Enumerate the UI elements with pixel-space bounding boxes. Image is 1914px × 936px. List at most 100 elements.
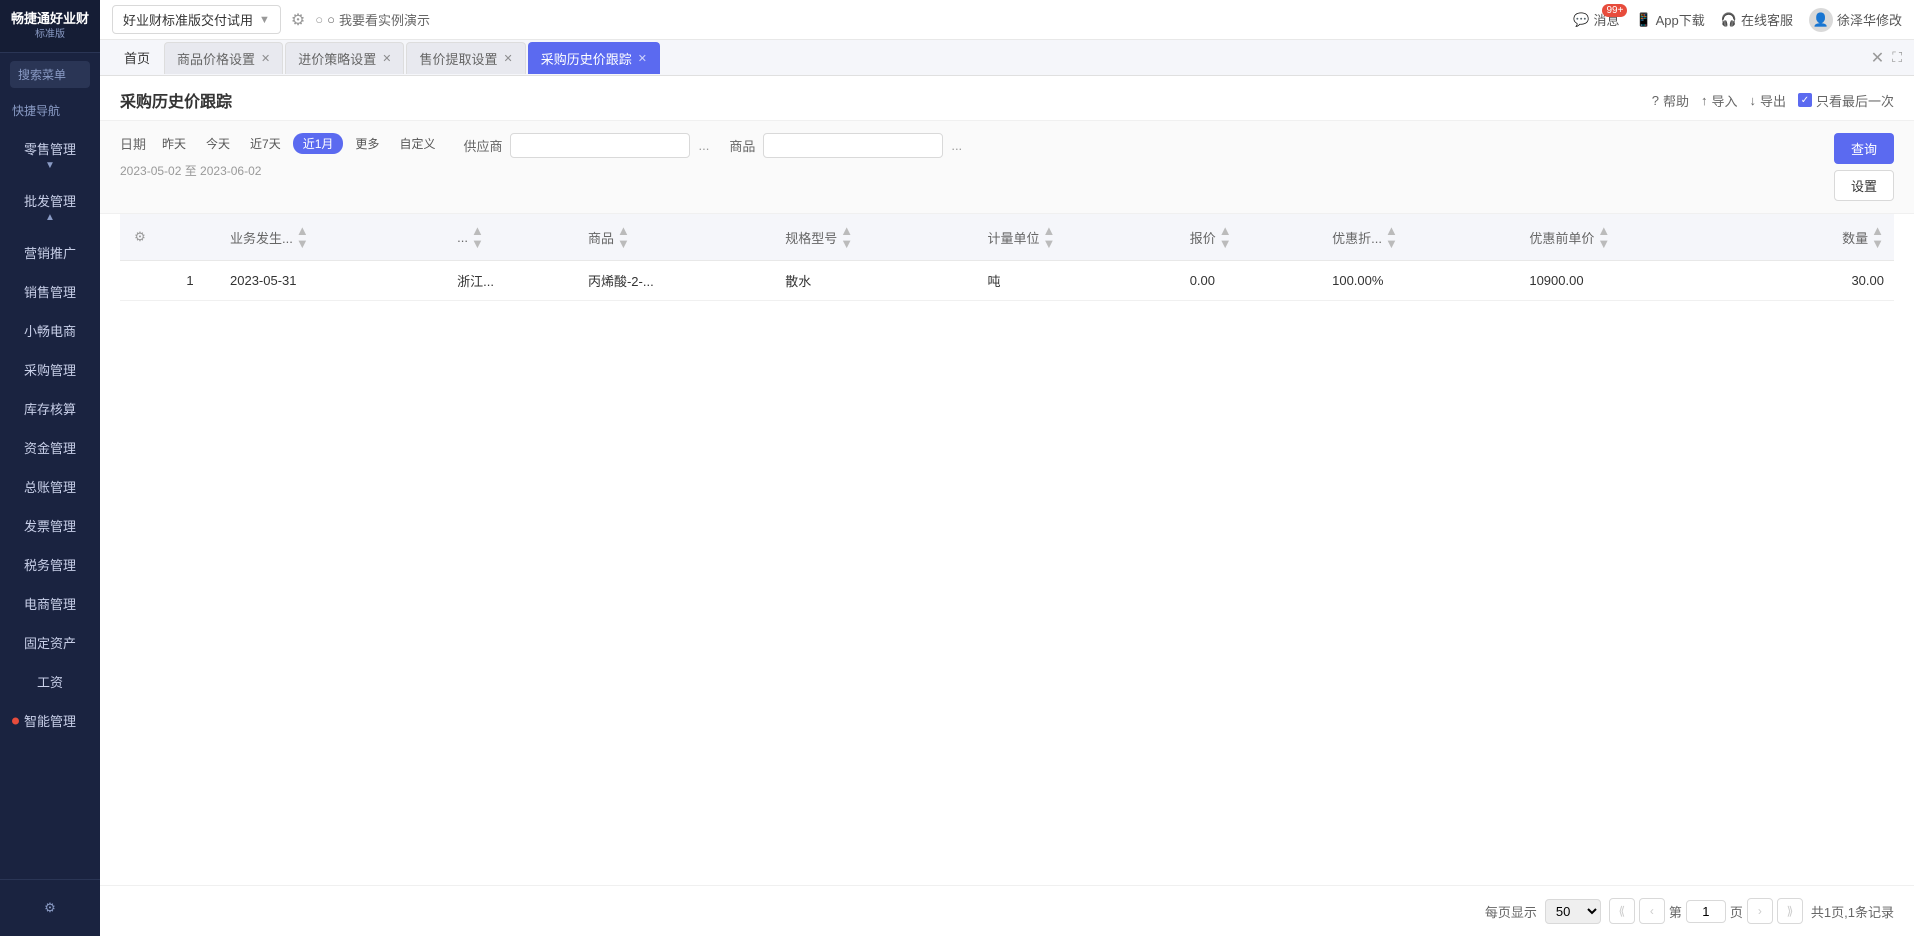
logo-sub: 标准版 — [8, 28, 92, 42]
product-input[interactable] — [763, 133, 943, 158]
sidebar-item-tax-label: 税务管理 — [24, 555, 76, 574]
sidebar-item-marketing-label: 营销推广 — [24, 243, 76, 262]
sort-icon-9: ▲▼ — [1871, 224, 1884, 250]
next-page-btn[interactable]: › — [1747, 898, 1773, 924]
sidebar-item-smart[interactable]: 智能管理 — [0, 701, 100, 740]
version-selector[interactable]: 好业财标准版交付试用 ▼ — [112, 5, 281, 34]
page-input[interactable] — [1686, 900, 1726, 923]
th-discount[interactable]: 优惠折... ▲▼ — [1322, 214, 1519, 261]
tab-sale-extract-close[interactable]: ✕ — [504, 52, 513, 65]
sidebar-settings-button[interactable]: ⚙ — [0, 890, 100, 926]
supplier-more-btn[interactable]: ... — [698, 138, 709, 153]
filter-custom-btn[interactable]: 自定义 — [391, 133, 443, 154]
page-size-select[interactable]: 50 100 200 — [1545, 899, 1601, 924]
tab-purchase-strategy-close[interactable]: ✕ — [382, 52, 391, 65]
search-menu-button[interactable]: 搜索菜单 — [10, 61, 90, 88]
supplier-input[interactable] — [510, 133, 690, 158]
th-index — [160, 214, 220, 261]
page-nav: ⟪ ‹ 第 页 › ⟫ — [1609, 898, 1803, 924]
th-pre-discount-price-sort[interactable]: 优惠前单价 ▲▼ — [1529, 224, 1741, 250]
import-button[interactable]: ↑ 导入 — [1701, 91, 1738, 110]
tab-purchase-history-close[interactable]: ✕ — [638, 52, 647, 65]
th-spec[interactable]: 规格型号 ▲▼ — [775, 214, 977, 261]
chevron-down-icon: ▼ — [45, 160, 55, 171]
cell-more1: 浙江... — [447, 261, 578, 301]
sidebar-item-sales[interactable]: 销售管理 — [0, 272, 100, 311]
sidebar-item-general-ledger[interactable]: 总账管理 — [0, 467, 100, 506]
tabbar-expand-button[interactable]: ⛶ — [1892, 49, 1902, 66]
th-quote[interactable]: 报价 ▲▼ — [1180, 214, 1322, 261]
filter-today-btn[interactable]: 今天 — [198, 133, 238, 154]
th-discount-sort[interactable]: 优惠折... ▲▼ — [1332, 224, 1509, 250]
cell-quantity: 30.00 — [1752, 261, 1895, 301]
th-pre-discount-price[interactable]: 优惠前单价 ▲▼ — [1519, 214, 1751, 261]
th-more1[interactable]: ... ▲▼ — [447, 214, 578, 261]
headset-icon: 🎧 — [1721, 12, 1737, 28]
th-quantity[interactable]: 数量 ▲▼ — [1752, 214, 1895, 261]
topbar-settings-icon[interactable]: ⚙ — [291, 10, 305, 30]
th-quantity-sort[interactable]: 数量 ▲▼ — [1762, 224, 1885, 250]
query-button[interactable]: 查询 — [1834, 133, 1894, 164]
chevron-down-icon: ▼ — [259, 14, 270, 26]
th-quote-sort[interactable]: 报价 ▲▼ — [1190, 224, 1312, 250]
sidebar-item-marketing[interactable]: 营销推广 — [0, 233, 100, 272]
sidebar-item-inventory[interactable]: 库存核算 — [0, 389, 100, 428]
messages-button[interactable]: 💬 消息 99+ — [1573, 10, 1619, 29]
th-discount-label: 优惠折... — [1332, 228, 1382, 247]
th-more1-sort[interactable]: ... ▲▼ — [457, 224, 568, 250]
first-page-btn[interactable]: ⟪ — [1609, 898, 1635, 924]
sidebar-item-purchase[interactable]: 采购管理 — [0, 350, 100, 389]
filter-yesterday-btn[interactable]: 昨天 — [154, 133, 194, 154]
th-settings[interactable]: ⚙ — [120, 214, 160, 261]
online-service-button[interactable]: 🎧 在线客服 — [1721, 10, 1793, 29]
user-icon: 👤 — [1813, 12, 1829, 28]
only-last-checkbox-label[interactable]: ✓ 只看最后一次 — [1798, 91, 1894, 110]
cell-discount: 100.00% — [1322, 261, 1519, 301]
sidebar-item-retail[interactable]: 零售管理 ▼ — [0, 129, 100, 181]
sidebar-item-tax[interactable]: 税务管理 — [0, 545, 100, 584]
sidebar-item-fixed-assets[interactable]: 固定资产 — [0, 623, 100, 662]
sidebar-item-ecommerce[interactable]: 电商管理 — [0, 584, 100, 623]
tab-purchase-history[interactable]: 采购历史价跟踪 ✕ — [528, 42, 660, 74]
product-more-btn[interactable]: ... — [951, 138, 962, 153]
export-button[interactable]: ↓ 导出 — [1749, 91, 1786, 110]
tab-purchase-strategy[interactable]: 进价策略设置 ✕ — [285, 42, 404, 74]
th-unit[interactable]: 计量单位 ▲▼ — [977, 214, 1179, 261]
sidebar-item-finance[interactable]: 资金管理 — [0, 428, 100, 467]
tab-home[interactable]: 首页 — [112, 42, 162, 73]
settings-button[interactable]: 设置 — [1834, 170, 1894, 201]
tabbar-close-button[interactable]: ✕ — [1871, 48, 1884, 68]
th-product-sort[interactable]: 商品 ▲▼ — [588, 224, 765, 250]
prev-page-btn[interactable]: ‹ — [1639, 898, 1665, 924]
sort-icon: ▲▼ — [296, 224, 309, 250]
th-spec-sort[interactable]: 规格型号 ▲▼ — [785, 224, 967, 250]
tab-price-settings[interactable]: 商品价格设置 ✕ — [164, 42, 283, 74]
tab-sale-extract[interactable]: 售价提取设置 ✕ — [406, 42, 525, 74]
column-settings-icon[interactable]: ⚙ — [134, 229, 146, 244]
filter-date-row: 日期 昨天 今天 近7天 近1月 更多 自定义 — [120, 133, 443, 154]
app-download-button[interactable]: 📱 App下载 — [1635, 10, 1704, 29]
last-page-btn[interactable]: ⟫ — [1777, 898, 1803, 924]
user-profile[interactable]: 👤 徐泽华修改 — [1809, 8, 1902, 32]
sidebar-item-payroll[interactable]: 工资 — [0, 662, 100, 701]
tab-price-settings-close[interactable]: ✕ — [261, 52, 270, 65]
cell-quote: 0.00 — [1180, 261, 1322, 301]
th-date[interactable]: 业务发生... ▲▼ — [220, 214, 447, 261]
cell-pre-discount-price: 10900.00 — [1519, 261, 1751, 301]
filter-last1month-btn[interactable]: 近1月 — [293, 133, 344, 154]
th-unit-sort[interactable]: 计量单位 ▲▼ — [987, 224, 1169, 250]
th-product[interactable]: 商品 ▲▼ — [578, 214, 775, 261]
cell-spec: 散水 — [775, 261, 977, 301]
sidebar-item-wholesale[interactable]: 批发管理 ▲ — [0, 181, 100, 233]
sidebar-item-fixed-assets-label: 固定资产 — [24, 633, 76, 652]
filter-more-btn[interactable]: 更多 — [347, 133, 387, 154]
filter-last7days-btn[interactable]: 近7天 — [242, 133, 289, 154]
sidebar-item-ecommerce-small[interactable]: 小畅电商 — [0, 311, 100, 350]
sidebar-search[interactable]: 搜索菜单 — [0, 53, 100, 96]
help-button[interactable]: ? 帮助 — [1652, 91, 1689, 110]
sidebar-item-invoice[interactable]: 发票管理 — [0, 506, 100, 545]
th-quantity-label: 数量 — [1842, 228, 1868, 247]
demo-button[interactable]: ○ 我要看实例演示 — [315, 10, 430, 29]
demo-label: 我要看实例演示 — [339, 10, 430, 29]
th-date-sort[interactable]: 业务发生... ▲▼ — [230, 224, 437, 250]
